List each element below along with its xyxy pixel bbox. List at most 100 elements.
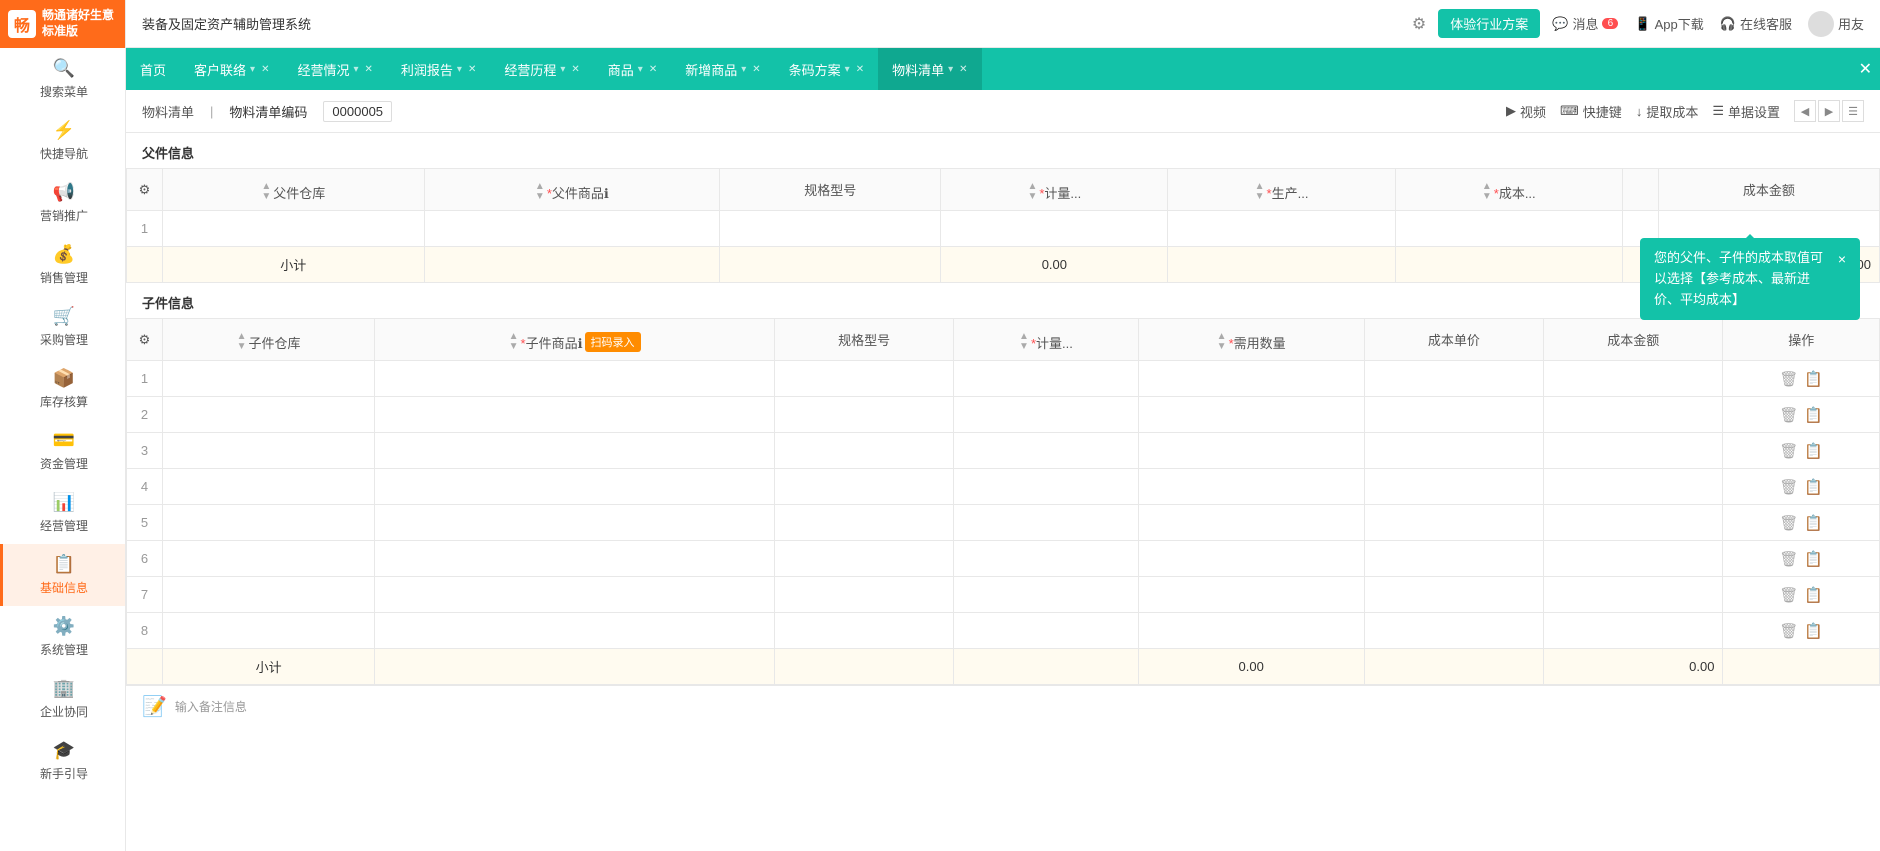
close-tab-icon[interactable]: ✕ (1851, 59, 1880, 79)
sidebar-item-purchase[interactable]: 🛒采购管理 (0, 296, 125, 358)
tab-close-icon[interactable]: ✕ (261, 64, 269, 75)
row-actions: 🗑 📋 (1723, 469, 1880, 505)
settings-col-icon[interactable]: ⚙ (139, 182, 151, 197)
row-actions: 🗑 📋 (1723, 433, 1880, 469)
app-download-item[interactable]: 📱 App下载 (1634, 14, 1703, 33)
child-row-4: 4 🗑 📋 (127, 469, 1880, 505)
doc-number: 0000005 (323, 101, 392, 122)
logo-text: 畅通诸好生意 标准版 (42, 8, 114, 39)
delete-icon[interactable]: 🗑 (1779, 586, 1798, 604)
inventory-icon: 📦 (53, 368, 75, 389)
child-row-1: 1 🗑 📋 (127, 361, 1880, 397)
nav-tab-条码方案[interactable]: 条码方案 ▾ ✕ (775, 48, 878, 90)
sidebar-item-enterprise[interactable]: 🏢企业协同 (0, 668, 125, 730)
extract-cost-action[interactable]: ↓ 提取成本 (1636, 102, 1699, 121)
copy-icon[interactable]: 📋 (1804, 514, 1823, 532)
sidebar-item-guide[interactable]: 🎓新手引导 (0, 730, 125, 792)
delete-icon[interactable]: 🗑 (1779, 622, 1798, 640)
row-actions: 🗑 📋 (1723, 541, 1880, 577)
sidebar-item-system[interactable]: ⚙️系统管理 (0, 606, 125, 668)
delete-icon[interactable]: 🗑 (1779, 514, 1798, 532)
trial-button[interactable]: 体验行业方案 (1438, 9, 1540, 38)
sidebar-item-sales[interactable]: 💰销售管理 (0, 234, 125, 296)
tab-close-icon[interactable]: ✕ (752, 64, 760, 75)
tab-close-icon[interactable]: ✕ (365, 64, 373, 75)
avatar (1808, 11, 1834, 37)
nav-tab-物料清单[interactable]: 物料清单 ▾ ✕ (878, 48, 981, 90)
tab-close-icon[interactable]: ✕ (468, 64, 476, 75)
nav-tab-经营历程[interactable]: 经营历程 ▾ ✕ (490, 48, 593, 90)
child-col-cost-amount: 成本金额 (1544, 319, 1723, 361)
child-table: ⚙ ▲▼ 子件仓库 ▲▼ *子件商 (126, 318, 1880, 685)
sidebar-item-marketing[interactable]: 📢营销推广 (0, 172, 125, 234)
settings-icon: ☰ (1712, 103, 1724, 119)
tab-close-icon[interactable]: ✕ (649, 64, 657, 75)
sidebar: 畅 畅通诸好生意 标准版 🔍搜索菜单⚡快捷导航📢营销推广💰销售管理🛒采购管理📦库… (0, 0, 126, 851)
copy-icon[interactable]: 📋 (1804, 370, 1823, 388)
delete-icon[interactable]: 🗑 (1779, 406, 1798, 424)
operation-icon: 📊 (53, 492, 75, 513)
sidebar-item-operation[interactable]: 📊经营管理 (0, 482, 125, 544)
child-row-3: 3 🗑 📋 (127, 433, 1880, 469)
extract-icon: ↓ (1636, 104, 1643, 119)
copy-icon[interactable]: 📋 (1804, 586, 1823, 604)
guide-icon: 🎓 (53, 740, 75, 761)
view-action[interactable]: ▶ 视频 (1506, 102, 1546, 121)
quicknav-icon: ⚡ (53, 120, 75, 141)
nav-tab-经营情况[interactable]: 经营情况 ▾ ✕ (283, 48, 386, 90)
tooltip-close-btn[interactable]: × (1838, 248, 1846, 270)
tab-close-icon[interactable]: ✕ (571, 64, 579, 75)
child-row-8: 8 🗑 📋 (127, 613, 1880, 649)
message-badge: 6 (1602, 18, 1618, 29)
user-item[interactable]: 用友 (1808, 11, 1864, 37)
child-settings-col: ⚙ (127, 319, 163, 361)
parent-col-spec: 规格型号 (720, 169, 941, 211)
parent-subtotal-row: 小计 0.00 0.00 (127, 247, 1880, 283)
tab-close-icon[interactable]: ✕ (856, 64, 864, 75)
single-settings-action[interactable]: ☰ 单据设置 (1712, 102, 1780, 121)
sidebar-item-basic[interactable]: 📋基础信息 (0, 544, 125, 606)
delete-icon[interactable]: 🗑 (1779, 550, 1798, 568)
parent-col-qty: ▲▼ *计量... (941, 169, 1168, 211)
breadcrumb-1[interactable]: 物料清单 (142, 102, 194, 121)
shortcut-action[interactable]: ⌨ 快捷键 (1560, 102, 1622, 121)
delete-icon[interactable]: 🗑 (1779, 370, 1798, 388)
child-row-7: 7 🗑 📋 (127, 577, 1880, 613)
sidebar-item-quicknav[interactable]: ⚡快捷导航 (0, 110, 125, 172)
tab-close-icon[interactable]: ✕ (959, 64, 967, 75)
message-item[interactable]: 💬 消息 6 (1552, 14, 1618, 33)
copy-icon[interactable]: 📋 (1804, 406, 1823, 424)
gear-icon[interactable]: ⚙ (1412, 14, 1426, 34)
parent-section: 父件信息 ⚙ ▲▼ 父件仓库 (126, 133, 1880, 283)
scan-badge[interactable]: 扫码录入 (585, 332, 641, 352)
nav-tab-首页[interactable]: 首页 (126, 48, 180, 90)
message-icon: 💬 (1552, 16, 1568, 32)
menu-btn[interactable]: ☰ (1842, 100, 1864, 122)
row-actions: 🗑 📋 (1723, 397, 1880, 433)
tooltip-text: 您的父件、子件的成本取值可以选择【参考成本、最新进价、平均成本】 (1654, 250, 1823, 307)
main-area: 装备及固定资产辅助管理系统 ⚙ 体验行业方案 💬 消息 6 📱 App下载 🎧 … (126, 0, 1880, 851)
delete-icon[interactable]: 🗑 (1779, 478, 1798, 496)
sidebar-item-finance[interactable]: 💳资金管理 (0, 420, 125, 482)
delete-icon[interactable]: 🗑 (1779, 442, 1798, 460)
nav-tab-商品[interactable]: 商品 ▾ ✕ (594, 48, 671, 90)
copy-icon[interactable]: 📋 (1804, 550, 1823, 568)
online-service-item[interactable]: 🎧 在线客服 (1720, 14, 1792, 33)
copy-icon[interactable]: 📋 (1804, 442, 1823, 460)
child-col-needed-qty: ▲▼ *需用数量 (1138, 319, 1364, 361)
system-icon: ⚙️ (53, 616, 75, 637)
nav-tab-利润报告[interactable]: 利润报告 ▾ ✕ (387, 48, 490, 90)
finance-icon: 💳 (53, 430, 75, 451)
next-btn[interactable]: ▶ (1818, 100, 1840, 122)
prev-btn[interactable]: ◀ (1794, 100, 1816, 122)
sidebar-item-search[interactable]: 🔍搜索菜单 (0, 48, 125, 110)
copy-icon[interactable]: 📋 (1804, 622, 1823, 640)
enterprise-icon: 🏢 (53, 678, 75, 699)
copy-icon[interactable]: 📋 (1804, 478, 1823, 496)
child-col-qty: ▲▼ *计量... (954, 319, 1138, 361)
sidebar-item-inventory[interactable]: 📦库存核算 (0, 358, 125, 420)
child-col-warehouse: ▲▼ 子件仓库 (163, 319, 375, 361)
nav-tab-客户联络[interactable]: 客户联络 ▾ ✕ (180, 48, 283, 90)
child-settings-icon[interactable]: ⚙ (139, 332, 151, 347)
nav-tab-新增商品[interactable]: 新增商品 ▾ ✕ (671, 48, 774, 90)
